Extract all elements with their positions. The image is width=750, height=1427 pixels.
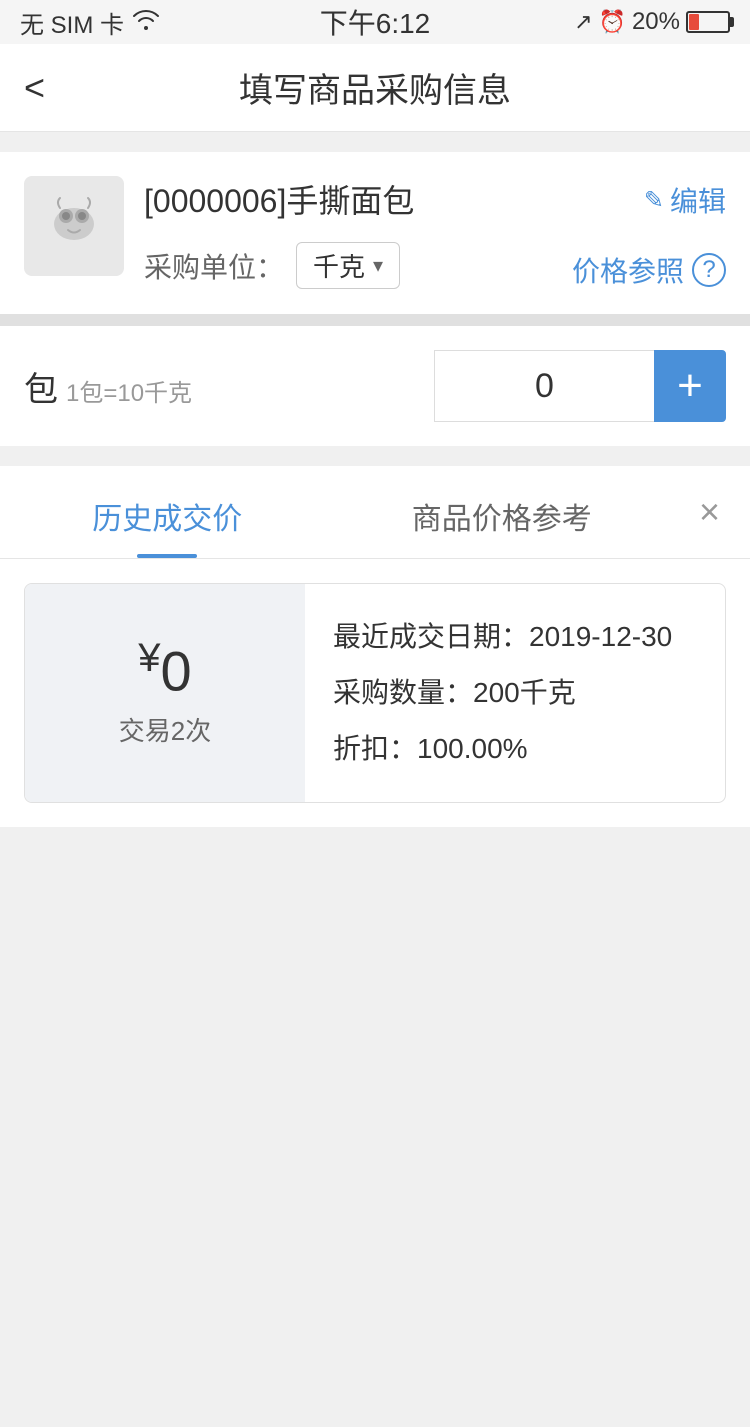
- product-name: [0000006]手撕面包: [144, 176, 414, 222]
- unit-selector[interactable]: 千克 ▾: [296, 242, 400, 289]
- purchase-qty-row: 采购数量：200千克: [333, 672, 697, 714]
- tab-history-price[interactable]: 历史成交价: [0, 466, 334, 558]
- product-card: [0000006]手撕面包 采购单位： 千克 ▾ ✎ 编辑 价格参照 ?: [0, 152, 750, 314]
- product-left: [0000006]手撕面包 采购单位： 千克 ▾: [24, 176, 414, 289]
- discount-label: 折扣：: [333, 733, 417, 764]
- history-details-section: 最近成交日期：2019-12-30 采购数量：200千克 折扣：100.00%: [305, 584, 725, 802]
- quantity-conversion: 1包=10千克: [66, 373, 192, 408]
- edit-button[interactable]: ✎ 编辑: [644, 180, 726, 220]
- tab-header: 历史成交价 商品价格参考 ×: [0, 466, 750, 559]
- product-logo-icon: [42, 188, 106, 264]
- product-unit-row: 采购单位： 千克 ▾: [144, 242, 414, 289]
- quantity-plus-button[interactable]: +: [654, 350, 726, 422]
- currency-symbol: ¥: [138, 636, 160, 680]
- tab-section: 历史成交价 商品价格参考 × ¥0 交易2次 最近成交日期：2019-12-30…: [0, 466, 750, 827]
- bottom-area: [0, 827, 750, 1427]
- page-title: 填写商品采购信息: [239, 63, 511, 112]
- discount-row: 折扣：100.00%: [333, 728, 697, 770]
- purchase-qty-label: 采购数量：: [333, 677, 473, 708]
- history-card: ¥0 交易2次 最近成交日期：2019-12-30 采购数量：200千克 折扣：…: [24, 583, 726, 803]
- quantity-row: 包 1包=10千克 0 +: [0, 326, 750, 446]
- discount-value: 100.00%: [417, 733, 528, 764]
- nav-bar: < 填写商品采购信息: [0, 44, 750, 132]
- quantity-input-group: 0 +: [434, 350, 726, 422]
- product-info: [0000006]手撕面包 采购单位： 千克 ▾: [144, 176, 414, 289]
- history-price-section: ¥0 交易2次: [25, 584, 305, 802]
- status-left: 无 SIM 卡: [20, 5, 160, 40]
- history-transaction-count: 交易2次: [119, 711, 211, 748]
- status-right: ↗ ⏰ 20%: [574, 8, 730, 36]
- product-thumbnail: [24, 176, 124, 276]
- status-bar: 无 SIM 卡 下午6:12 ↗ ⏰ 20%: [0, 0, 750, 44]
- purchase-qty-value: 200千克: [473, 677, 576, 708]
- recent-date-label: 最近成交日期：: [333, 621, 529, 652]
- quantity-label: 包 1包=10千克: [24, 362, 192, 411]
- battery-percent: 20%: [632, 8, 680, 36]
- tab-close-button[interactable]: ×: [669, 471, 750, 553]
- tab-content: ¥0 交易2次 最近成交日期：2019-12-30 采购数量：200千克 折扣：…: [0, 559, 750, 827]
- unit-arrow-icon: ▾: [373, 253, 383, 278]
- product-header: [0000006]手撕面包 采购单位： 千克 ▾ ✎ 编辑 价格参照 ?: [24, 176, 726, 290]
- price-number: 0: [161, 639, 192, 702]
- recent-date-value: 2019-12-30: [529, 621, 672, 652]
- back-button[interactable]: <: [24, 67, 45, 109]
- help-icon: ?: [692, 253, 726, 287]
- wifi-icon: [132, 8, 160, 37]
- history-price-value: ¥0: [138, 638, 191, 700]
- status-time: 下午6:12: [320, 2, 431, 42]
- price-ref-label: 价格参照: [572, 250, 684, 290]
- quantity-unit: 包: [24, 362, 58, 411]
- unit-value: 千克: [313, 247, 365, 284]
- quantity-input[interactable]: 0: [434, 350, 654, 422]
- edit-label: 编辑: [670, 180, 726, 220]
- battery-icon: [686, 11, 730, 33]
- tab-product-price-ref[interactable]: 商品价格参考: [334, 466, 668, 558]
- carrier-label: 无 SIM 卡: [20, 5, 124, 40]
- section-divider: [0, 314, 750, 326]
- location-icon: ↗: [574, 9, 592, 35]
- unit-label: 采购单位：: [144, 246, 284, 286]
- price-ref-button[interactable]: 价格参照 ?: [572, 250, 726, 290]
- edit-icon: ✎: [644, 186, 664, 215]
- alarm-icon: ⏰: [599, 9, 626, 35]
- recent-date-row: 最近成交日期：2019-12-30: [333, 616, 697, 658]
